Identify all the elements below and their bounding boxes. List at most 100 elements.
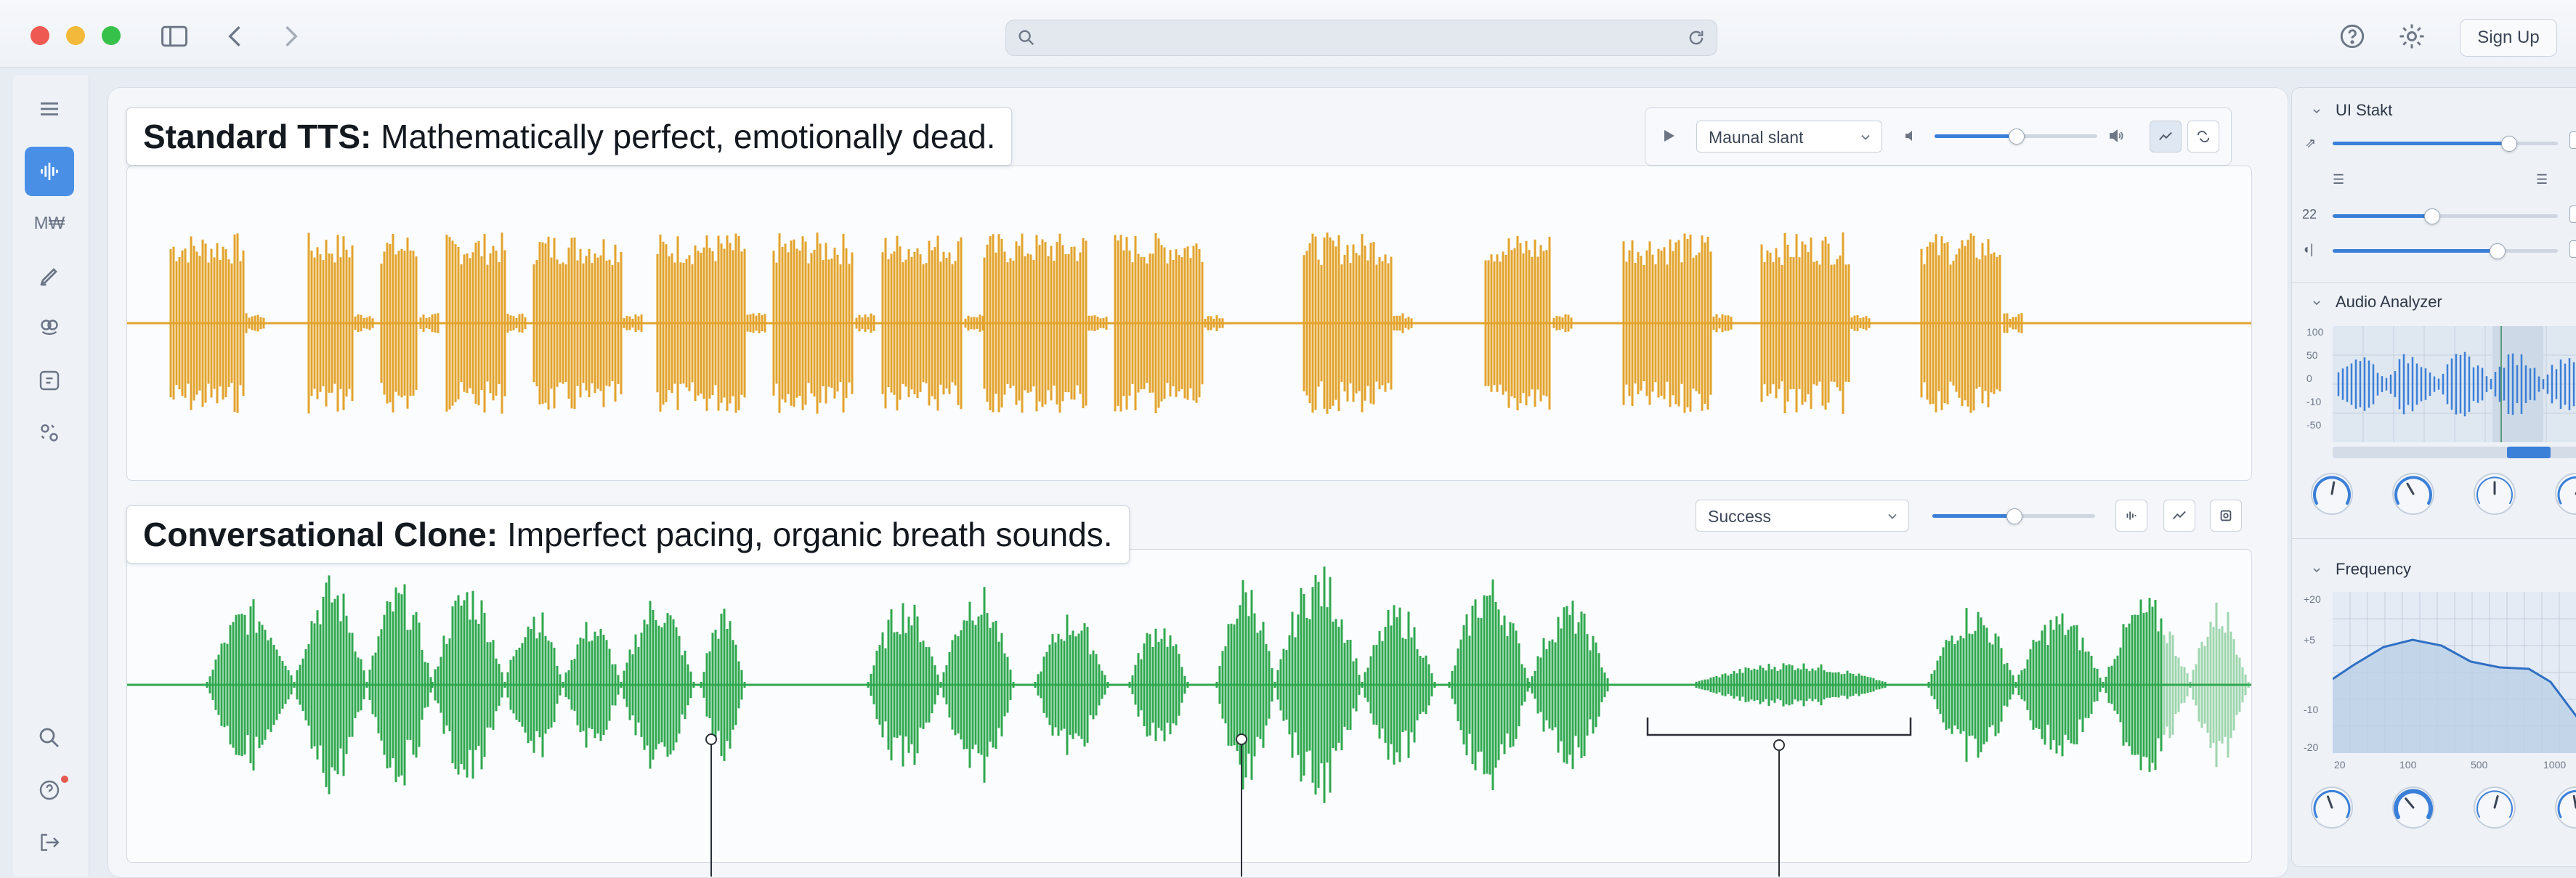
waveform-icon[interactable]: [25, 147, 74, 196]
search-icon: [1016, 28, 1037, 48]
chevron-down-icon: [2311, 297, 2322, 309]
left-sidebar: M₩: [13, 76, 89, 877]
play-icon[interactable]: [1660, 127, 1677, 145]
standard-tts-caption: Standard TTS: Mathematically perfect, em…: [126, 107, 1013, 166]
rotary-knob[interactable]: [2308, 784, 2356, 832]
minimize-window-button[interactable]: [66, 26, 85, 45]
standard-tts-waveform: [127, 232, 2251, 414]
volume-slider[interactable]: [1932, 508, 2095, 524]
ui-slider-2[interactable]: [2333, 208, 2558, 224]
analyzer-y-tick: 50: [2306, 349, 2318, 361]
rotary-knob[interactable]: [2552, 784, 2576, 832]
ui-slider-1[interactable]: [2333, 136, 2558, 152]
search-icon[interactable]: [25, 713, 74, 763]
address-bar[interactable]: [1005, 20, 1717, 56]
waveform-bars: [206, 566, 2250, 803]
rotary-knob[interactable]: [2308, 470, 2356, 518]
conversational-clone-waveform: [127, 566, 2251, 803]
chevron-down-icon: [1885, 509, 1900, 524]
annotation-marker: [705, 733, 717, 745]
voices-icon[interactable]: [25, 304, 74, 353]
sidebar-toggle-icon[interactable]: [158, 20, 190, 52]
preset-select[interactable]: Success: [1696, 500, 1909, 532]
conversational-clone-waveform-panel: [126, 549, 2252, 863]
frequency-x-tick: 500: [2471, 759, 2488, 771]
annotation-leader-line: [1778, 748, 1780, 877]
menu-icon[interactable]: [25, 84, 74, 134]
notification-badge: [61, 776, 68, 783]
caption-bold: Conversational Clone:: [143, 516, 498, 553]
back-icon[interactable]: [219, 20, 251, 52]
rotary-knob[interactable]: [2471, 784, 2519, 832]
frequency-y-tick: +5: [2304, 634, 2315, 646]
chevron-down-icon: [2311, 105, 2322, 117]
preset-value: Success: [1708, 507, 1771, 526]
frequency-x-tick: 1000: [2543, 759, 2567, 771]
caption-rest: Mathematically perfect, emotionally dead…: [371, 118, 996, 155]
forward-icon[interactable]: [275, 20, 307, 52]
frequency-x-tick: 20: [2334, 759, 2346, 771]
conversational-clone-caption: Conversational Clone: Imperfect pacing, …: [126, 505, 1130, 564]
close-window-button[interactable]: [31, 26, 49, 45]
ui-section-title: UI Stakt: [2336, 101, 2393, 119]
maximize-window-button[interactable]: [102, 26, 121, 45]
settings-button[interactable]: [2210, 500, 2242, 532]
link-icon: ⇗: [2305, 136, 2317, 150]
rotary-knob[interactable]: [2389, 784, 2437, 832]
standard-tts-toolbar: Maunal slant: [1645, 107, 2232, 166]
standard-tts-waveform-panel: [126, 166, 2252, 481]
loop-button[interactable]: [2187, 121, 2219, 153]
audio-analyzer-header[interactable]: Audio Analyzer: [2311, 293, 2442, 312]
rotary-knob[interactable]: [2389, 470, 2437, 518]
ui-row-label: 22: [2302, 207, 2317, 221]
right-panel: UI Stakt ⇗ ☰ ☰ 22 ◖| Audio Analyzer 100 5…: [2291, 87, 2576, 867]
analyzer-y-tick: -10: [2306, 396, 2322, 407]
pen-icon[interactable]: [25, 251, 74, 301]
annotation-marker: [1773, 739, 1785, 751]
volume-high-icon: [2107, 127, 2125, 145]
chevron-down-icon: [2311, 564, 2322, 576]
volume-slider[interactable]: [1935, 129, 2097, 145]
clone-icon[interactable]: [25, 356, 74, 405]
curve-toggle-button[interactable]: [2163, 500, 2195, 532]
help-icon[interactable]: [2336, 20, 2368, 52]
annotation-marker: [1236, 733, 1247, 745]
mixer-icon[interactable]: M₩: [25, 199, 74, 248]
waveform-view-button[interactable]: [2115, 500, 2147, 532]
preset-select[interactable]: Maunal slant: [1696, 121, 1882, 153]
caption-bold: Standard TTS:: [143, 118, 372, 155]
annotation-leader-line: [1241, 739, 1242, 877]
reload-icon[interactable]: [1686, 28, 1706, 48]
gear-icon[interactable]: [2396, 20, 2428, 52]
analyzer-y-tick: 100: [2306, 326, 2324, 338]
rotary-knob[interactable]: [2552, 470, 2576, 518]
analyzer-y-tick: -50: [2306, 419, 2322, 431]
browser-chrome: Sign Up: [0, 0, 2576, 68]
analyzer-y-tick: 0: [2306, 373, 2312, 384]
ui-slider-3[interactable]: [2333, 243, 2558, 259]
analyzer-scrollbar[interactable]: [2333, 447, 2576, 458]
audio-analyzer-display: [2333, 326, 2576, 442]
caption-rest: Imperfect pacing, organic breath sounds.: [498, 516, 1113, 553]
sign-up-button[interactable]: Sign Up: [2460, 19, 2557, 57]
preset-value: Maunal slant: [1709, 128, 1804, 147]
volume-low-icon: [1903, 127, 1920, 145]
ui-checkbox-1[interactable]: [2569, 131, 2576, 149]
logout-icon[interactable]: [25, 818, 74, 867]
curve-toggle-button[interactable]: [2150, 121, 2182, 153]
mixer-icon-text: M₩: [33, 214, 65, 233]
analyzer-scroll-thumb[interactable]: [2507, 447, 2551, 458]
rotary-knob[interactable]: [2471, 470, 2519, 518]
frequency-title: Frequency: [2336, 560, 2411, 578]
chevron-down-icon: [1858, 130, 1873, 145]
ui-section-header[interactable]: UI Stakt: [2311, 101, 2392, 120]
settings-icon[interactable]: [25, 408, 74, 458]
ui-checkbox-2[interactable]: [2569, 206, 2576, 223]
ui-checkbox-3[interactable]: [2569, 240, 2576, 258]
frequency-y-tick: -20: [2304, 741, 2319, 753]
help-icon[interactable]: [25, 765, 74, 815]
frequency-y-tick: +20: [2304, 593, 2321, 605]
frequency-header[interactable]: Frequency: [2311, 560, 2411, 579]
levels-icon: ◖|: [2302, 242, 2314, 256]
list-icon: ☰: [2536, 172, 2548, 187]
